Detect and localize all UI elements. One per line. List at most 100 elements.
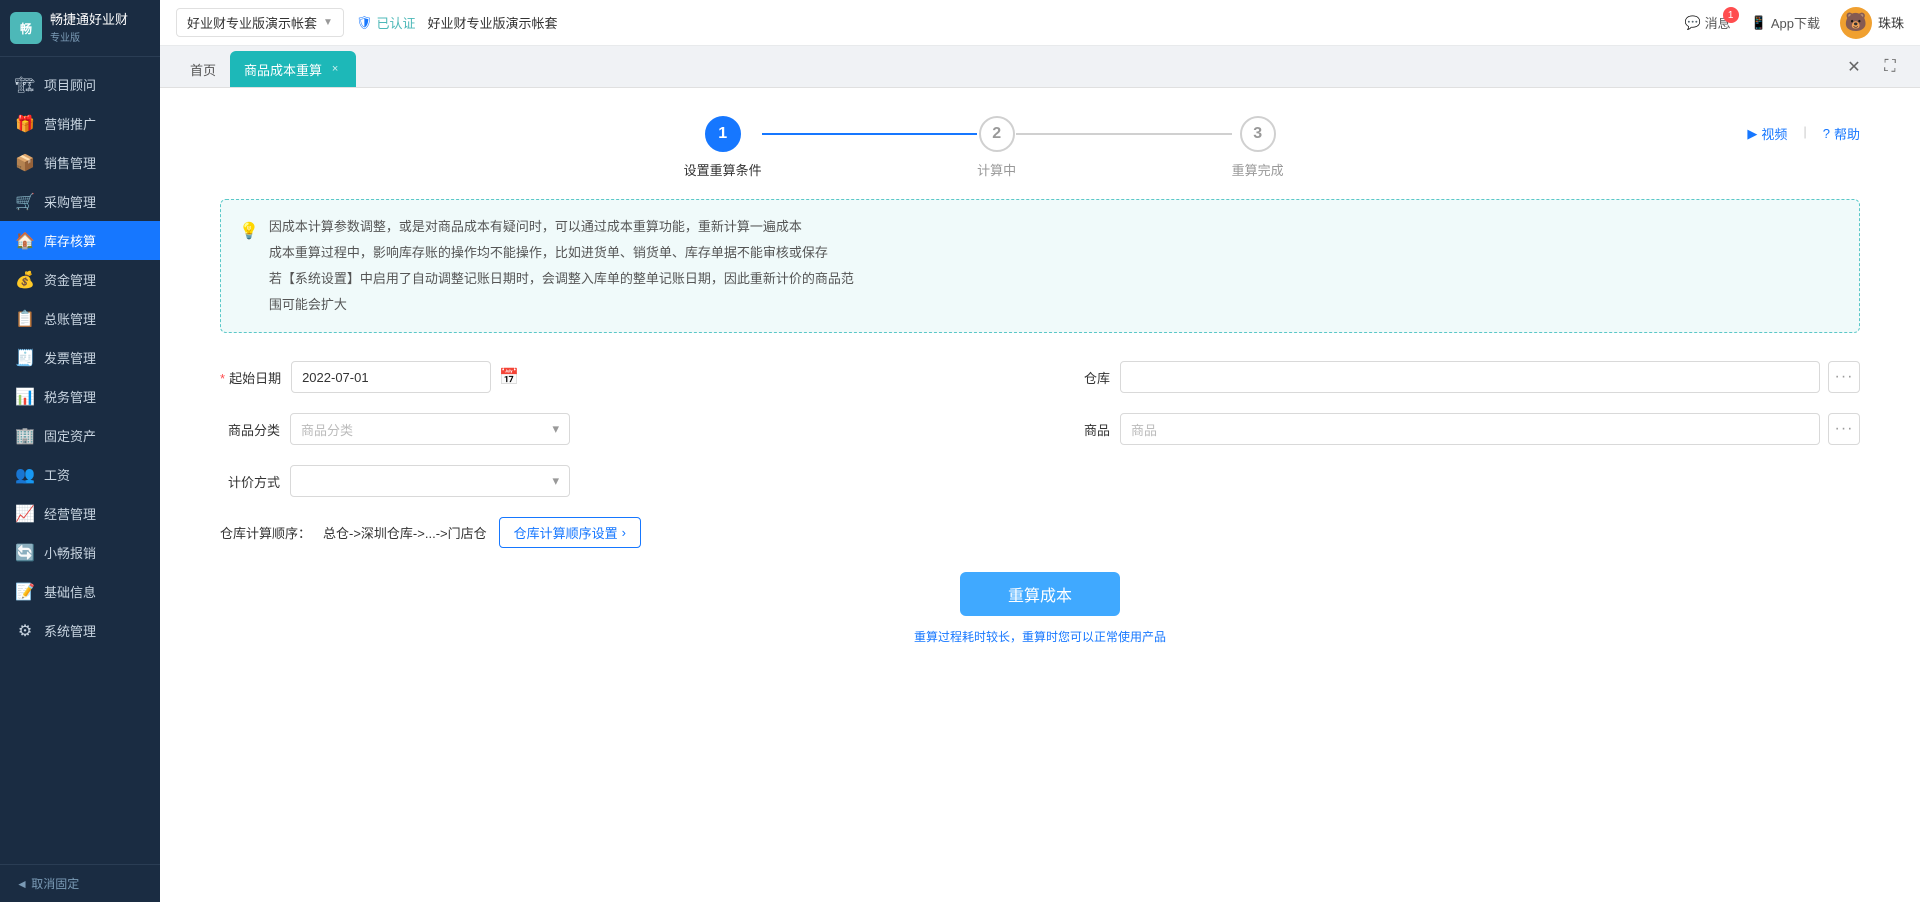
step-line-1	[762, 133, 977, 135]
sidebar-item-expense[interactable]: 🔄 小畅报销	[0, 533, 160, 572]
warehouse-dots-button[interactable]: ···	[1828, 361, 1860, 393]
sidebar-item-accounting[interactable]: 📋 总账管理	[0, 299, 160, 338]
warehouse-label: 仓库	[1050, 368, 1110, 387]
sidebar-item-label: 资金管理	[44, 270, 96, 289]
recalculate-button[interactable]: 重算成本	[960, 572, 1120, 616]
tab-home[interactable]: 首页	[176, 51, 230, 87]
step-2-circle: 2	[979, 116, 1015, 152]
sidebar-item-finance[interactable]: 💰 资金管理	[0, 260, 160, 299]
close-window-button[interactable]: ✕	[1840, 53, 1868, 81]
sidebar-item-purchase[interactable]: 🛒 采购管理	[0, 182, 160, 221]
action-area: 重算成本 重算过程耗时较长，重算时您可以正常使用产品	[220, 572, 1860, 645]
inventory-icon: 🏠	[16, 232, 34, 250]
chevron-down-icon-pricing: ▾	[552, 473, 559, 489]
sidebar-item-payroll[interactable]: 👥 工资	[0, 455, 160, 494]
tab-close-button[interactable]: ×	[328, 62, 342, 76]
pricing-group: 计价方式 ▾	[220, 465, 1030, 497]
sidebar-logo: 畅	[10, 12, 42, 44]
warehouse-order-settings-button[interactable]: 仓库计算顺序设置 ›	[499, 517, 641, 548]
sidebar-item-label: 销售管理	[44, 153, 96, 172]
payroll-icon: 👥	[16, 466, 34, 484]
warehouse-input[interactable]	[1120, 361, 1820, 393]
sidebar-item-system[interactable]: ⚙ 系统管理	[0, 611, 160, 650]
account-selector-label: 好业财专业版演示帐套	[187, 13, 317, 32]
step-3: 3 重算完成	[1232, 116, 1284, 179]
notice-line2: 成本重算过程中，影响库存账的操作均不能操作，比如进货单、销货单、库存单据不能审核…	[269, 240, 854, 266]
sidebar-unpin[interactable]: ◄ 取消固定	[0, 864, 160, 902]
help-button[interactable]: ? 帮助	[1823, 124, 1860, 143]
product-input[interactable]: 商品	[1120, 413, 1820, 445]
tabbar: 首页 商品成本重算 × ✕ ⛶	[160, 46, 1920, 88]
chevron-down-icon: ▼	[323, 17, 333, 28]
sidebar-item-marketing[interactable]: 🎁 营销推广	[0, 104, 160, 143]
operations-icon: 📈	[16, 505, 34, 523]
category-select[interactable]: 商品分类 ▾	[290, 413, 570, 445]
accounting-icon: 📋	[16, 310, 34, 328]
avatar: 🐻	[1840, 7, 1872, 39]
sidebar-item-label: 小畅报销	[44, 543, 96, 562]
start-date-input[interactable]: 2022-07-01	[291, 361, 491, 393]
app-download-button[interactable]: 📱 App下载	[1751, 13, 1820, 32]
main-content: 好业财专业版演示帐套 ▼ 🛡 已认证 好业财专业版演示帐套 💬 消息 1 📱 A…	[160, 0, 1920, 902]
step-line-2	[1016, 133, 1231, 135]
system-icon: ⚙	[16, 622, 34, 640]
warehouse-group: 仓库 ···	[1050, 361, 1860, 393]
sidebar-edition: 专业版	[50, 29, 128, 44]
sidebar-item-sales[interactable]: 📦 销售管理	[0, 143, 160, 182]
video-button[interactable]: ▶ 视频	[1747, 124, 1787, 143]
tab-home-label: 首页	[190, 60, 216, 79]
warehouse-order-btn-label: 仓库计算顺序设置	[514, 523, 618, 542]
sidebar-title: 畅捷通好业财	[50, 12, 128, 29]
unpin-label: ◄ 取消固定	[16, 875, 79, 892]
topbar: 好业财专业版演示帐套 ▼ 🛡 已认证 好业财专业版演示帐套 💬 消息 1 📱 A…	[160, 0, 1920, 46]
category-label: 商品分类	[220, 420, 280, 439]
start-date-group: 起始日期 2022-07-01 📅	[220, 361, 1030, 393]
topbar-right: 💬 消息 1 📱 App下载 🐻 珠珠	[1684, 7, 1904, 39]
product-dots-button[interactable]: ···	[1828, 413, 1860, 445]
warehouse-order-row: 仓库计算顺序： 总仓->深圳仓库->...->门店仓 仓库计算顺序设置 ›	[220, 517, 1860, 548]
sidebar-item-basic[interactable]: 📝 基础信息	[0, 572, 160, 611]
step-3-label: 重算完成	[1232, 160, 1284, 179]
sidebar-item-label: 固定资产	[44, 426, 96, 445]
video-label: 视频	[1761, 124, 1787, 143]
sidebar-item-label: 总账管理	[44, 309, 96, 328]
user-profile[interactable]: 🐻 珠珠	[1840, 7, 1904, 39]
form-row-1: 起始日期 2022-07-01 📅 仓库 ···	[220, 361, 1860, 393]
calendar-icon[interactable]: 📅	[499, 367, 519, 387]
shield-icon: 🛡	[356, 15, 373, 31]
account-selector[interactable]: 好业财专业版演示帐套 ▼	[176, 8, 344, 37]
sidebar-item-label: 税务管理	[44, 387, 96, 406]
app-download-label: App下载	[1771, 13, 1820, 32]
sidebar-item-label: 库存核算	[44, 231, 96, 250]
basic-icon: 📝	[16, 583, 34, 601]
sidebar-item-inventory[interactable]: 🏠 库存核算	[0, 221, 160, 260]
sidebar-item-label: 系统管理	[44, 621, 96, 640]
finance-icon: 💰	[16, 271, 34, 289]
sales-icon: 📦	[16, 154, 34, 172]
account-display: 好业财专业版演示帐套	[427, 13, 557, 32]
tab-cost-recalc[interactable]: 商品成本重算 ×	[230, 51, 356, 87]
step-2: 2 计算中	[977, 116, 1016, 179]
category-placeholder: 商品分类	[301, 420, 353, 439]
chevron-right-icon: ›	[622, 525, 626, 540]
sidebar-item-project[interactable]: 🏗 项目顾问	[0, 65, 160, 104]
sidebar-item-tax[interactable]: 📊 税务管理	[0, 377, 160, 416]
step-2-label: 计算中	[977, 160, 1016, 179]
notice-line1: 因成本计算参数调整，或是对商品成本有疑问时，可以通过成本重算功能，重新计算一遍成…	[269, 214, 854, 240]
sidebar-item-assets[interactable]: 🏢 固定资产	[0, 416, 160, 455]
step-1-label: 设置重算条件	[684, 160, 762, 179]
expand-button[interactable]: ⛶	[1876, 53, 1904, 81]
project-icon: 🏗	[16, 76, 34, 94]
step-3-circle: 3	[1240, 116, 1276, 152]
sidebar-item-label: 经营管理	[44, 504, 96, 523]
chevron-down-icon: ▾	[552, 421, 559, 437]
category-group: 商品分类 商品分类 ▾	[220, 413, 1030, 445]
sidebar-item-invoice[interactable]: 🧾 发票管理	[0, 338, 160, 377]
pricing-select[interactable]: ▾	[290, 465, 570, 497]
sidebar-item-operations[interactable]: 📈 经营管理	[0, 494, 160, 533]
product-group: 商品 商品 ···	[1050, 413, 1860, 445]
message-button[interactable]: 💬 消息 1	[1684, 13, 1730, 32]
step-1: 1 设置重算条件	[684, 116, 762, 179]
tax-icon: 📊	[16, 388, 34, 406]
form-area: 起始日期 2022-07-01 📅 仓库 ···	[160, 333, 1920, 645]
